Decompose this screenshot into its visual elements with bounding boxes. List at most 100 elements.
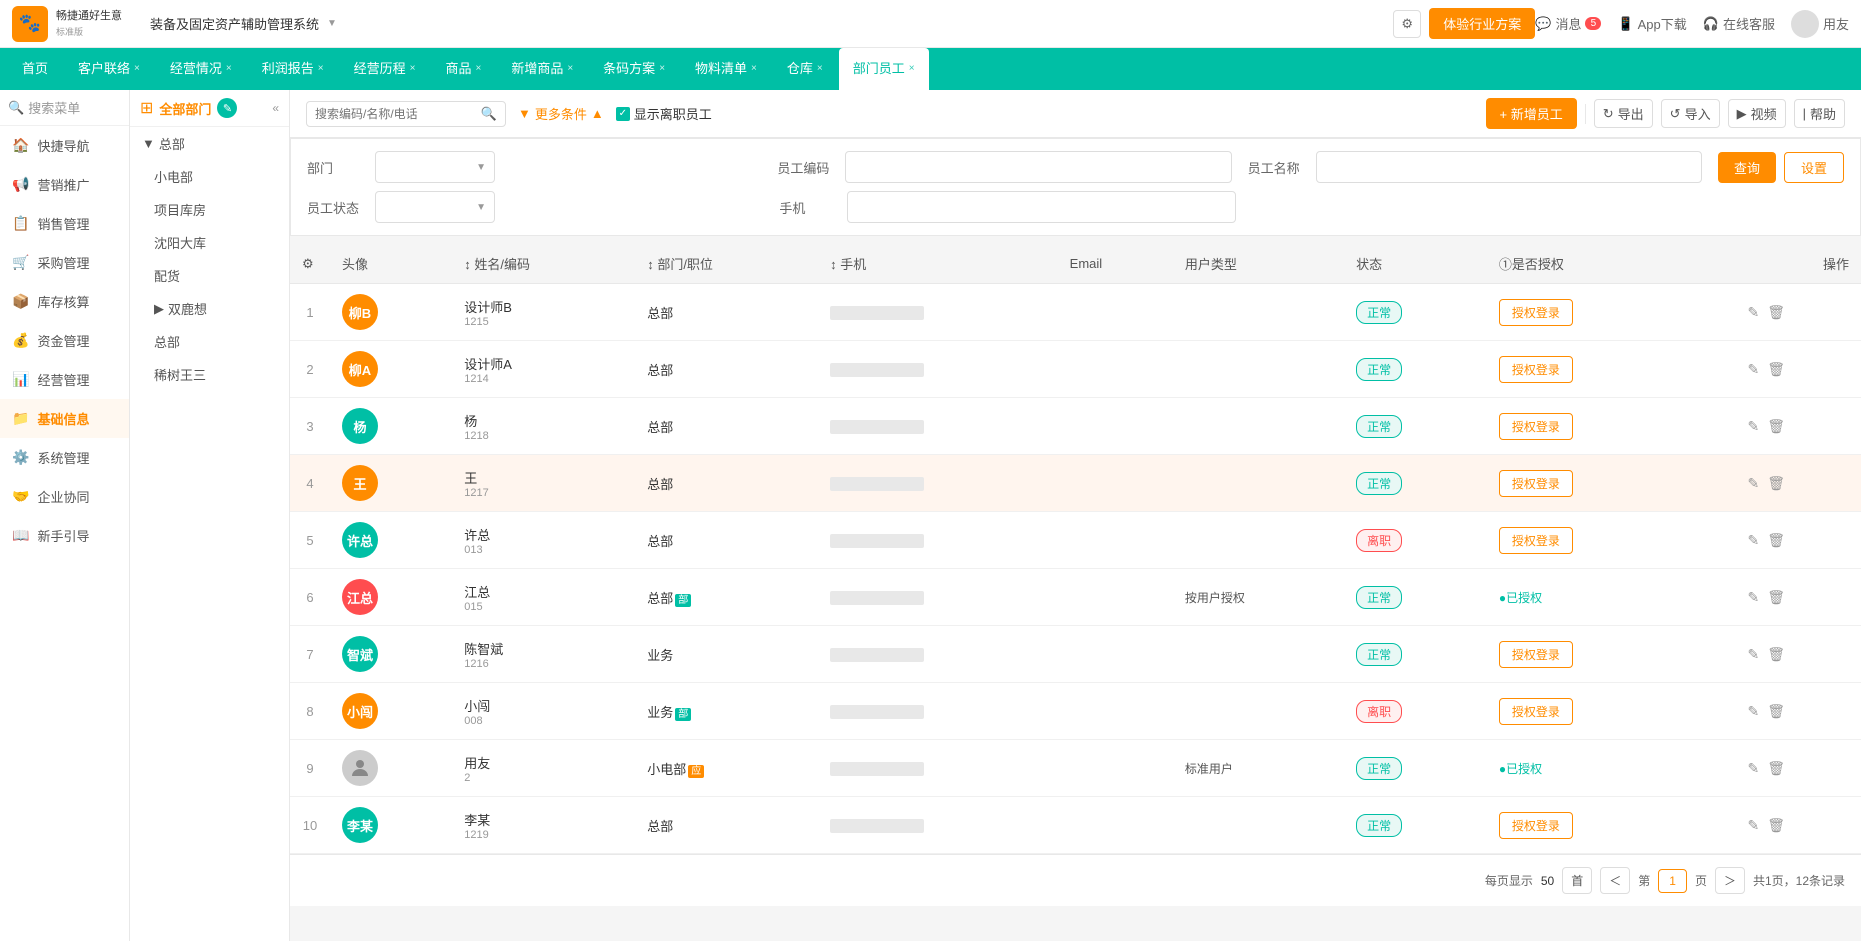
tree-item-shuanglu[interactable]: ▶ 双鹿想 xyxy=(130,292,289,325)
sidebar-item-finance[interactable]: 💰 资金管理 xyxy=(0,321,129,360)
show-resigned-toggle[interactable]: ✓ 显示离职员工 xyxy=(616,104,712,123)
edit-row-button[interactable]: ✎ xyxy=(1748,817,1760,834)
col-settings[interactable]: ⚙ xyxy=(290,244,330,284)
nav-item-profit[interactable]: 利润报告 × xyxy=(248,48,338,90)
delete-row-button[interactable]: 🗑 xyxy=(1767,475,1785,492)
export-button[interactable]: ↻ 导出 xyxy=(1594,99,1653,128)
delete-row-button[interactable]: 🗑 xyxy=(1767,361,1785,378)
tree-item-zongbu[interactable]: 总部 xyxy=(130,325,289,358)
nav-item-barcode[interactable]: 条码方案 × xyxy=(589,48,679,90)
sidebar-item-system[interactable]: ⚙️ 系统管理 xyxy=(0,438,129,477)
phone-input[interactable] xyxy=(847,191,1235,223)
col-phone[interactable]: ↕ 手机 xyxy=(818,244,1058,284)
collapse-button[interactable]: « xyxy=(272,101,279,115)
auth-login-button[interactable]: 授权登录 xyxy=(1499,356,1573,383)
sidebar-item-mgmt[interactable]: 📊 经营管理 xyxy=(0,360,129,399)
delete-row-button[interactable]: 🗑 xyxy=(1767,532,1785,549)
delete-row-button[interactable]: 🗑 xyxy=(1767,760,1785,777)
auth-login-button[interactable]: 授权登录 xyxy=(1499,413,1573,440)
sidebar-item-inventory[interactable]: 📦 库存核算 xyxy=(0,282,129,321)
nav-close-dept[interactable]: × xyxy=(909,48,915,90)
edit-row-button[interactable]: ✎ xyxy=(1748,703,1760,720)
sidebar-item-purchase[interactable]: 🛒 采购管理 xyxy=(0,243,129,282)
edit-row-button[interactable]: ✎ xyxy=(1748,304,1760,321)
tree-item-project[interactable]: 项目库房 xyxy=(130,193,289,226)
add-employee-button[interactable]: + 新增员工 xyxy=(1486,98,1577,129)
query-button[interactable]: 查询 xyxy=(1718,152,1776,183)
delete-row-button[interactable]: 🗑 xyxy=(1767,589,1785,606)
current-page-number[interactable]: 1 xyxy=(1658,869,1687,893)
nav-close-bom[interactable]: × xyxy=(751,48,757,90)
edit-row-button[interactable]: ✎ xyxy=(1748,589,1760,606)
all-dept-label[interactable]: 全部部门 xyxy=(159,99,211,118)
sidebar-item-shortcut[interactable]: 🏠 快捷导航 xyxy=(0,126,129,165)
delete-row-button[interactable]: 🗑 xyxy=(1767,703,1785,720)
nav-item-goods[interactable]: 商品 × xyxy=(431,48,495,90)
edit-dept-icon[interactable]: ✎ xyxy=(217,98,237,118)
sidebar-item-basic[interactable]: 📁 基础信息 xyxy=(0,399,129,438)
online-service-button[interactable]: 🎧 在线客服 xyxy=(1703,14,1775,33)
more-filters-button[interactable]: ▼ 更多条件 ▲ xyxy=(518,104,604,123)
tree-item-xiaodian[interactable]: 小电部 xyxy=(130,160,289,193)
nav-close-add-goods[interactable]: × xyxy=(567,48,573,90)
delete-row-button[interactable]: 🗑 xyxy=(1767,646,1785,663)
message-button[interactable]: 💬 消息 5 xyxy=(1535,14,1601,33)
sidebar-search[interactable]: 🔍 搜索菜单 xyxy=(0,90,129,126)
auth-login-button[interactable]: 授权登录 xyxy=(1499,299,1573,326)
nav-close-goods[interactable]: × xyxy=(475,48,481,90)
auth-login-button[interactable]: 授权登录 xyxy=(1499,470,1573,497)
tree-item-shenyang[interactable]: 沈阳大库 xyxy=(130,226,289,259)
help-button[interactable]: | 帮助 xyxy=(1794,99,1845,128)
sidebar-item-sales[interactable]: 📋 销售管理 xyxy=(0,204,129,243)
nav-close-history[interactable]: × xyxy=(410,48,416,90)
checkbox-resigned[interactable]: ✓ xyxy=(616,107,630,121)
tree-item-root[interactable]: ▼ 总部 xyxy=(130,127,289,160)
sidebar-item-guide[interactable]: 📖 新手引导 xyxy=(0,516,129,555)
delete-row-button[interactable]: 🗑 xyxy=(1767,817,1785,834)
dropdown-arrow-icon[interactable]: ▼ xyxy=(327,18,337,29)
nav-item-home[interactable]: 首页 xyxy=(8,48,62,90)
nav-close-warehouse[interactable]: × xyxy=(817,48,823,90)
sidebar-item-marketing[interactable]: 📢 营销推广 xyxy=(0,165,129,204)
first-page-button[interactable]: 首 xyxy=(1562,867,1592,894)
emp-status-select[interactable]: ▼ xyxy=(375,191,495,223)
edit-row-button[interactable]: ✎ xyxy=(1748,475,1760,492)
next-page-button[interactable]: ＞ xyxy=(1715,867,1745,894)
nav-close-operation[interactable]: × xyxy=(226,48,232,90)
tree-item-peihuo[interactable]: 配货 xyxy=(130,259,289,292)
delete-row-button[interactable]: 🗑 xyxy=(1767,418,1785,435)
search-input[interactable] xyxy=(315,107,477,121)
nav-close-barcode[interactable]: × xyxy=(659,48,665,90)
trial-button[interactable]: 体验行业方案 xyxy=(1429,8,1535,39)
app-download-button[interactable]: 📱 App下载 xyxy=(1617,14,1686,33)
emp-code-input[interactable] xyxy=(845,151,1231,183)
user-menu[interactable]: 用友 xyxy=(1791,10,1849,38)
edit-row-button[interactable]: ✎ xyxy=(1748,418,1760,435)
auth-login-button[interactable]: 授权登录 xyxy=(1499,641,1573,668)
auth-login-button[interactable]: 授权登录 xyxy=(1499,698,1573,725)
col-name[interactable]: ↕ 姓名/编码 xyxy=(452,244,635,284)
edit-row-button[interactable]: ✎ xyxy=(1748,361,1760,378)
delete-row-button[interactable]: 🗑 xyxy=(1767,304,1785,321)
tree-item-xishu[interactable]: 稀树王三 xyxy=(130,358,289,391)
per-page-value[interactable]: 50 xyxy=(1541,874,1554,888)
col-dept[interactable]: ↕ 部门/职位 xyxy=(635,244,818,284)
auth-login-button[interactable]: 授权登录 xyxy=(1499,527,1573,554)
emp-name-input[interactable] xyxy=(1316,151,1702,183)
edit-row-button[interactable]: ✎ xyxy=(1748,760,1760,777)
nav-close-profit[interactable]: × xyxy=(318,48,324,90)
edit-row-button[interactable]: ✎ xyxy=(1748,532,1760,549)
view-button[interactable]: ▶ 视频 xyxy=(1728,99,1786,128)
nav-item-add-goods[interactable]: 新增商品 × xyxy=(497,48,587,90)
import-button[interactable]: ↺ 导入 xyxy=(1661,99,1720,128)
settings-button[interactable]: ⚙ xyxy=(1393,10,1421,38)
auth-login-button[interactable]: 授权登录 xyxy=(1499,812,1573,839)
dept-select[interactable]: ▼ xyxy=(375,151,495,183)
nav-item-history[interactable]: 经营历程 × xyxy=(340,48,430,90)
sidebar-item-collab[interactable]: 🤝 企业协同 xyxy=(0,477,129,516)
nav-item-dept[interactable]: 部门员工 × xyxy=(839,48,929,90)
prev-page-button[interactable]: ＜ xyxy=(1600,867,1630,894)
edit-row-button[interactable]: ✎ xyxy=(1748,646,1760,663)
nav-item-warehouse[interactable]: 仓库 × xyxy=(773,48,837,90)
filter-settings-button[interactable]: 设置 xyxy=(1784,152,1844,183)
